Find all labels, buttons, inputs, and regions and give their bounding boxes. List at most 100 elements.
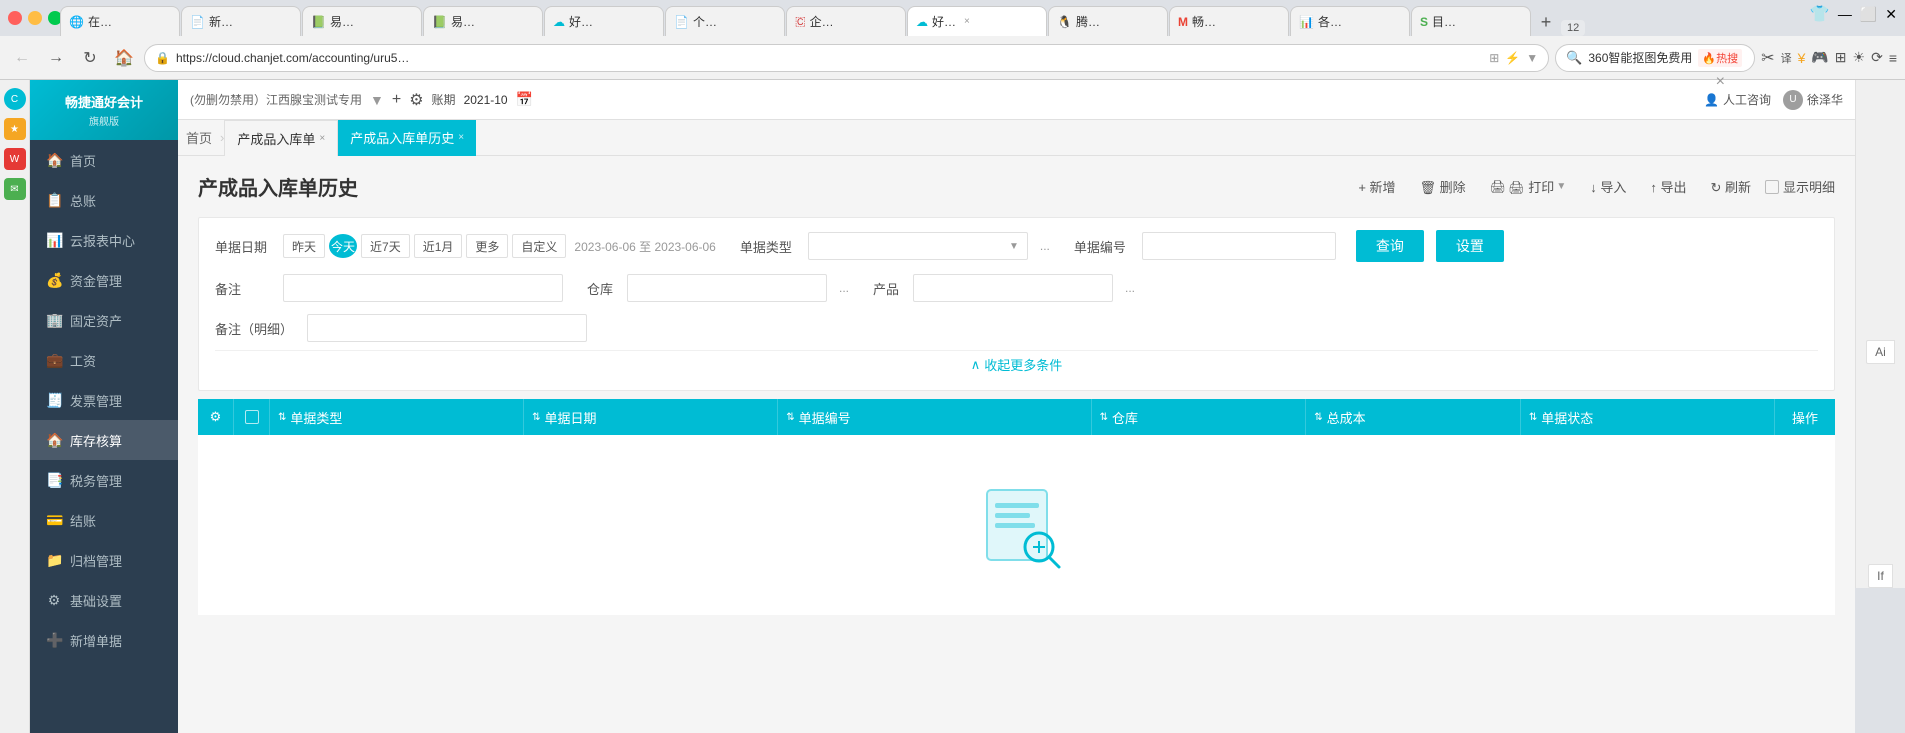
nav-item-checkout[interactable]: 💳 结账	[30, 500, 178, 540]
nav-item-new-bill[interactable]: ➕ 新增单据	[30, 620, 178, 660]
th-status[interactable]: ⇅ 单据状态	[1521, 399, 1775, 435]
nav-item-archive[interactable]: 📁 归档管理	[30, 540, 178, 580]
nav-item-cloud-report[interactable]: 📊 云报表中心	[30, 220, 178, 260]
refresh-page-btn[interactable]: ↻ 刷新	[1700, 173, 1761, 201]
print-dropdown[interactable]: ▼	[1556, 181, 1566, 192]
game-icon[interactable]: 🎮	[1811, 49, 1828, 66]
yuan-icon[interactable]: ¥	[1798, 50, 1806, 66]
th-checkbox[interactable]	[234, 399, 270, 435]
th-cost[interactable]: ⇅ 总成本	[1306, 399, 1521, 435]
address-dropdown-icon[interactable]: ▼	[1526, 51, 1538, 65]
browser-ext-3[interactable]: W	[4, 148, 26, 170]
warehouse-filter-more[interactable]: ...	[839, 281, 849, 295]
address-bar[interactable]: 🔒 https://cloud.chanjet.com/accounting/u…	[144, 44, 1549, 72]
tab-1[interactable]: 🌐 在…	[60, 6, 180, 36]
tab-list[interactable]: 产成品入库单 ×	[224, 120, 338, 156]
show-columns-checkbox[interactable]	[1765, 180, 1779, 194]
tab-2[interactable]: 📄 新…	[181, 6, 301, 36]
ai-assistant-btn[interactable]: Ai	[1866, 340, 1895, 364]
breadcrumb-home[interactable]: 首页	[178, 120, 220, 156]
add-btn[interactable]: + 新增	[1348, 173, 1405, 201]
tab-history-close[interactable]: ×	[458, 132, 464, 143]
nav-item-home[interactable]: 🏠 首页	[30, 140, 178, 180]
date-btn-more[interactable]: 更多	[466, 234, 508, 258]
th-settings[interactable]: ⚙	[198, 399, 234, 435]
forward-btn[interactable]: →	[42, 44, 70, 72]
th-warehouse[interactable]: ⇅ 仓库	[1092, 399, 1307, 435]
tab-11[interactable]: 📊 各…	[1290, 6, 1410, 36]
date-btn-today[interactable]: 今天	[329, 234, 357, 258]
nav-item-salary[interactable]: 💼 工资	[30, 340, 178, 380]
th-number[interactable]: ⇅ 单据编号	[778, 399, 1091, 435]
tab-12[interactable]: S 目…	[1411, 6, 1531, 36]
scissors-icon[interactable]: ✂	[1761, 48, 1774, 68]
nav-item-invoice[interactable]: 🧾 发票管理	[30, 380, 178, 420]
note-filter-input[interactable]	[283, 274, 563, 302]
tab-5[interactable]: ☁ 好…	[544, 6, 664, 36]
browser-ext-2[interactable]: ★	[4, 118, 26, 140]
type-filter-select[interactable]: ▼	[808, 232, 1028, 260]
settings-filter-btn[interactable]: 设置	[1436, 230, 1504, 262]
tab-3[interactable]: 📗 易…	[302, 6, 422, 36]
nav-item-capital[interactable]: 💰 资金管理	[30, 260, 178, 300]
tab-8[interactable]: ☁ 好… ×	[907, 6, 1047, 36]
print-btn[interactable]: 🖨 🖨 打印 ▼	[1480, 173, 1577, 201]
product-filter-more[interactable]: ...	[1125, 281, 1135, 295]
ai-consult-btn[interactable]: 👤 人工咨询	[1704, 91, 1771, 108]
export-btn[interactable]: ↑ 导出	[1640, 173, 1696, 201]
browser-close-btn[interactable]: ✕	[1885, 6, 1897, 23]
nav-item-inventory[interactable]: 🏠 库存核算	[30, 420, 178, 460]
new-tab-btn[interactable]: +	[1532, 8, 1560, 36]
search-bar[interactable]: 🔍 360智能抠图免费用 🔥热搜	[1555, 44, 1755, 72]
show-columns-toggle[interactable]: 显示明细	[1765, 177, 1835, 196]
date-btn-1month[interactable]: 近1月	[414, 234, 463, 258]
tab-8-close[interactable]: ×	[964, 16, 970, 27]
date-btn-yesterday[interactable]: 昨天	[283, 234, 325, 258]
brightness-icon[interactable]: ☀	[1853, 49, 1866, 66]
collapse-btn[interactable]: ∧ 收起更多条件	[971, 355, 1063, 374]
nav-item-ledger[interactable]: 📋 总账	[30, 180, 178, 220]
tab-4[interactable]: 📗 易…	[423, 6, 543, 36]
browser-minimize-btn[interactable]: —	[1838, 6, 1852, 22]
tab-list-close[interactable]: ×	[319, 133, 325, 144]
th-date[interactable]: ⇅ 单据日期	[524, 399, 778, 435]
grid-icon[interactable]: ⊞	[1835, 49, 1847, 66]
calendar-icon[interactable]: 📅	[516, 91, 533, 108]
refresh-btn[interactable]: ↻	[76, 44, 104, 72]
back-btn[interactable]: ←	[8, 44, 36, 72]
product-filter-input[interactable]	[913, 274, 1113, 302]
sync-icon[interactable]: ⟳	[1871, 49, 1883, 66]
th-select-all-checkbox[interactable]	[245, 410, 259, 424]
tab-6[interactable]: 📄 个…	[665, 6, 785, 36]
th-type[interactable]: ⇅ 单据类型	[270, 399, 524, 435]
type-filter-more[interactable]: ...	[1040, 239, 1050, 253]
tab-10[interactable]: M 畅…	[1169, 6, 1289, 36]
add-company-btn[interactable]: +	[392, 91, 401, 109]
more-menu-icon[interactable]: ≡	[1889, 50, 1897, 66]
browser-ext-1[interactable]: C	[4, 88, 26, 110]
browser-restore-btn[interactable]: ⬜	[1860, 6, 1877, 23]
nav-item-basic-settings[interactable]: ⚙ 基础设置	[30, 580, 178, 620]
if-assistant-btn[interactable]: If	[1868, 564, 1893, 588]
home-btn[interactable]: 🏠	[110, 44, 138, 72]
minimize-window-btn[interactable]	[28, 11, 42, 25]
number-filter-input[interactable]	[1142, 232, 1336, 260]
import-btn[interactable]: ↓ 导入	[1580, 173, 1636, 201]
translate-btn[interactable]: 译	[1781, 50, 1792, 66]
tab-9[interactable]: 🐧 腾…	[1048, 6, 1168, 36]
warehouse-filter-input[interactable]	[627, 274, 827, 302]
query-btn[interactable]: 查询	[1356, 230, 1424, 262]
browser-ext-4[interactable]: ✉	[4, 178, 26, 200]
tab-7[interactable]: 🇨 企…	[786, 6, 906, 36]
date-btn-custom[interactable]: 自定义	[512, 234, 566, 258]
nav-item-fixed-assets[interactable]: 🏢 固定资产	[30, 300, 178, 340]
close-window-btn[interactable]	[8, 11, 22, 25]
detail-note-filter-input[interactable]	[307, 314, 587, 342]
user-profile-btn[interactable]: U 徐泽华	[1783, 90, 1843, 110]
settings-company-btn[interactable]: ⚙	[409, 90, 423, 110]
browser-shirt-icon[interactable]: 👕	[1810, 4, 1830, 24]
tab-history[interactable]: 产成品入库单历史 ×	[338, 120, 476, 156]
delete-btn[interactable]: 🗑 删除	[1410, 173, 1476, 201]
company-dropdown-icon[interactable]: ▼	[370, 92, 384, 108]
close-content-btn[interactable]: ×	[1716, 80, 1725, 91]
